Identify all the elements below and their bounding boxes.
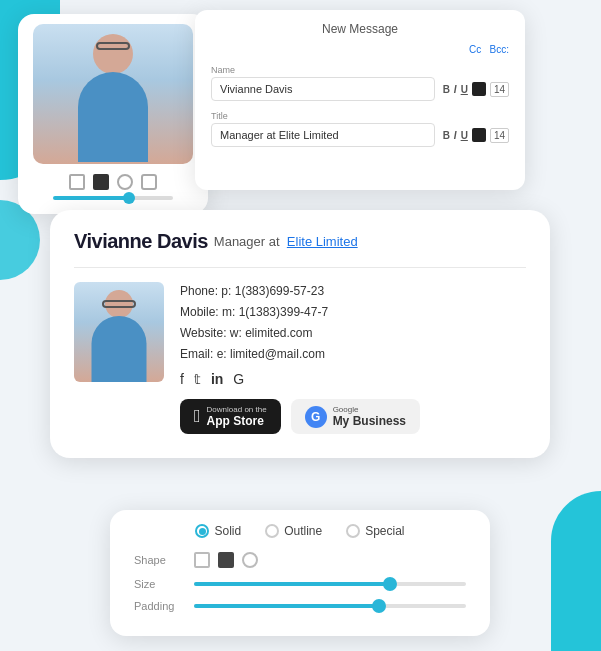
shape-row: Shape — [134, 552, 466, 568]
shape-square-filled[interactable] — [93, 174, 109, 190]
title-label: Title — [211, 111, 509, 121]
appstore-text: Download on the App Store — [207, 405, 267, 428]
appstore-bottom-text: App Store — [207, 414, 267, 428]
title-field: Title B I U 14 — [211, 111, 509, 147]
special-radio[interactable] — [346, 524, 360, 538]
font-size-2[interactable]: 14 — [490, 128, 509, 143]
style-radio-group: Solid Outline Special — [134, 524, 466, 538]
padding-slider-thumb[interactable] — [372, 599, 386, 613]
style-special[interactable]: Special — [346, 524, 404, 538]
sig-profile-photo — [74, 282, 164, 382]
glasses-detail — [96, 42, 130, 50]
size-slider[interactable] — [194, 582, 466, 586]
italic-button[interactable]: I — [454, 84, 457, 95]
sig-divider — [74, 267, 526, 268]
italic-button-2[interactable]: I — [454, 130, 457, 141]
padding-row: Padding — [134, 600, 466, 612]
shape-expand[interactable] — [141, 174, 157, 190]
size-slider-thumb[interactable] — [383, 577, 397, 591]
google-g-icon: G — [305, 406, 327, 428]
google-top-text: Google — [333, 405, 406, 414]
style-solid[interactable]: Solid — [195, 524, 241, 538]
google-badge[interactable]: G Google My Business — [291, 399, 420, 434]
shape-controls — [69, 174, 157, 190]
special-label: Special — [365, 524, 404, 538]
name-input[interactable] — [211, 77, 435, 101]
appstore-top-text: Download on the — [207, 405, 267, 414]
twitter-icon[interactable]: 𝕥 — [194, 371, 201, 387]
settings-card: Solid Outline Special Shape Size Padding — [110, 510, 490, 636]
shape-circle-option[interactable] — [242, 552, 258, 568]
shape-sq-option[interactable] — [194, 552, 210, 568]
name-format-bar: B I U 14 — [443, 82, 509, 97]
outline-label: Outline — [284, 524, 322, 538]
teal-accent-bottom — [551, 491, 601, 651]
name-field: Name B I U 14 — [211, 65, 509, 101]
sig-email: Email: e: limited@mail.com — [180, 345, 526, 363]
font-size[interactable]: 14 — [490, 82, 509, 97]
signature-preview-card: Vivianne Davis Manager at Elite Limited … — [50, 210, 550, 458]
underline-button-2[interactable]: U — [461, 130, 468, 141]
sig-contact-info: Phone: p: 1(383)699-57-23 Mobile: m: 1(1… — [180, 282, 526, 434]
photo-editor-card — [18, 14, 208, 214]
bold-button-2[interactable]: B — [443, 130, 450, 141]
shape-circle[interactable] — [117, 174, 133, 190]
shape-sq-filled-option[interactable] — [218, 552, 234, 568]
sig-phone: Phone: p: 1(383)699-57-23 — [180, 282, 526, 300]
compose-cc-bar: Cc Bcc: — [211, 44, 509, 55]
compose-title: New Message — [211, 22, 509, 36]
underline-button[interactable]: U — [461, 84, 468, 95]
shape-options — [194, 552, 258, 568]
sig-header: Vivianne Davis Manager at Elite Limited — [74, 230, 526, 253]
sig-title: Manager at Elite Limited — [214, 234, 358, 249]
profile-photo — [33, 24, 193, 164]
size-slider-fill — [194, 582, 390, 586]
shape-label: Shape — [134, 554, 182, 566]
google-icon[interactable]: G — [233, 371, 244, 387]
name-label: Name — [211, 65, 509, 75]
sig-mobile: Mobile: m: 1(1383)399-47-7 — [180, 303, 526, 321]
shape-square-outline[interactable] — [69, 174, 85, 190]
padding-slider-fill — [194, 604, 379, 608]
solid-radio[interactable] — [195, 524, 209, 538]
size-label: Size — [134, 578, 182, 590]
google-bottom-text: My Business — [333, 414, 406, 428]
photo-size-slider[interactable] — [53, 196, 173, 200]
title-format-bar: B I U 14 — [443, 128, 509, 143]
sig-badges:  Download on the App Store G Google My … — [180, 399, 526, 434]
sig-glasses — [102, 300, 136, 308]
appstore-badge[interactable]:  Download on the App Store — [180, 399, 281, 434]
compose-card: New Message Cc Bcc: Name B I U 14 Title … — [195, 10, 525, 190]
style-outline[interactable]: Outline — [265, 524, 322, 538]
color-picker[interactable] — [472, 82, 486, 96]
cc-label: Cc — [469, 44, 481, 55]
solid-label: Solid — [214, 524, 241, 538]
title-input[interactable] — [211, 123, 435, 147]
apple-icon:  — [194, 406, 201, 427]
padding-slider[interactable] — [194, 604, 466, 608]
outline-radio[interactable] — [265, 524, 279, 538]
bcc-label: Bcc: — [490, 44, 509, 55]
bold-button[interactable]: B — [443, 84, 450, 95]
sig-name: Vivianne Davis — [74, 230, 208, 253]
linkedin-icon[interactable]: in — [211, 371, 223, 387]
facebook-icon[interactable]: f — [180, 371, 184, 387]
sig-social-icons: f 𝕥 in G — [180, 371, 526, 387]
sig-body: Phone: p: 1(383)699-57-23 Mobile: m: 1(1… — [74, 282, 526, 434]
color-picker-2[interactable] — [472, 128, 486, 142]
size-row: Size — [134, 578, 466, 590]
padding-label: Padding — [134, 600, 182, 612]
google-text: Google My Business — [333, 405, 406, 428]
sig-website: Website: w: elimited.com — [180, 324, 526, 342]
